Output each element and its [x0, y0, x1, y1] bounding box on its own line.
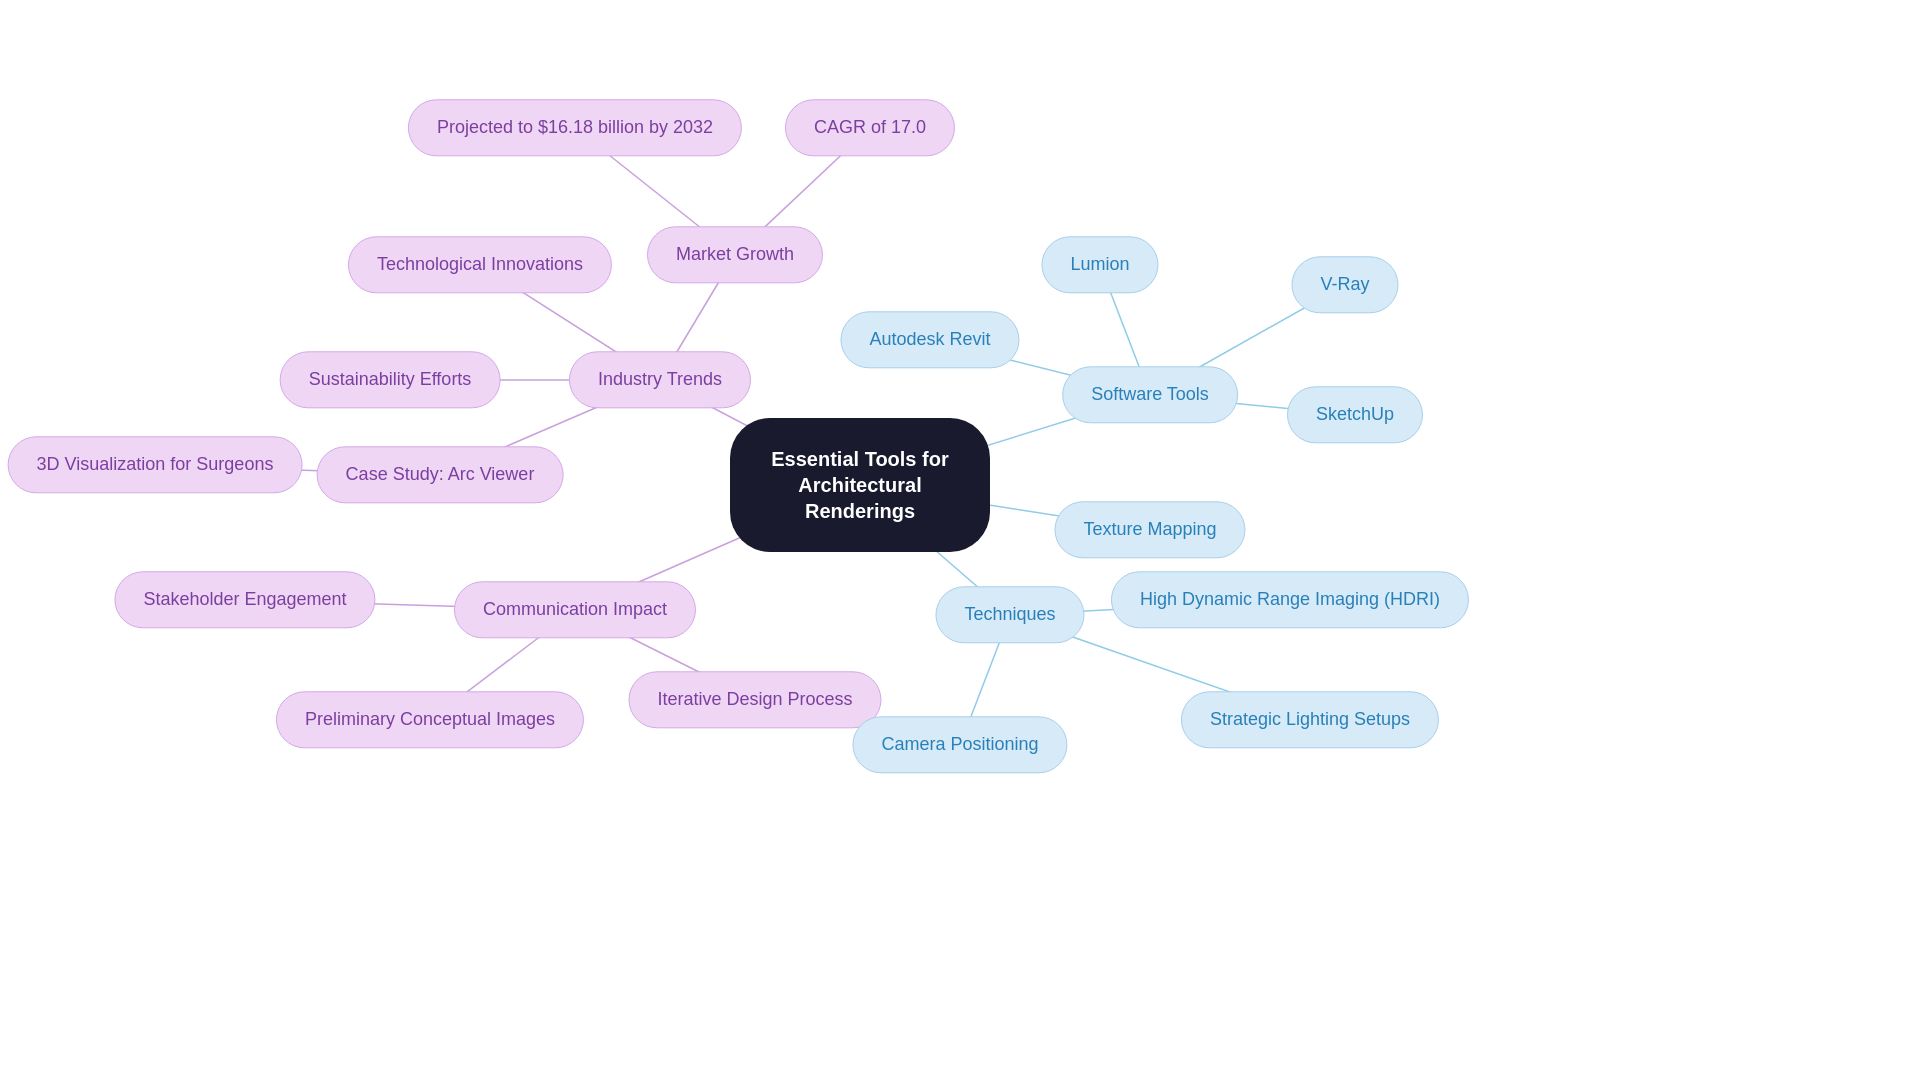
node-center[interactable]: Essential Tools for Architectural Render… — [730, 418, 990, 552]
node-cagr[interactable]: CAGR of 17.0 — [785, 99, 955, 156]
node-strategic_lighting[interactable]: Strategic Lighting Setups — [1181, 691, 1439, 748]
node-texture_mapping[interactable]: Texture Mapping — [1054, 501, 1245, 558]
node-sketchup[interactable]: SketchUp — [1287, 386, 1423, 443]
node-iterative[interactable]: Iterative Design Process — [628, 671, 881, 728]
node-camera_positioning[interactable]: Camera Positioning — [852, 716, 1067, 773]
node-case_study[interactable]: Case Study: Arc Viewer — [317, 446, 564, 503]
node-market_growth[interactable]: Market Growth — [647, 226, 823, 283]
node-hdri[interactable]: High Dynamic Range Imaging (HDRI) — [1111, 571, 1469, 628]
node-preliminary[interactable]: Preliminary Conceptual Images — [276, 691, 584, 748]
node-stakeholder[interactable]: Stakeholder Engagement — [114, 571, 375, 628]
node-tech_innovations[interactable]: Technological Innovations — [348, 236, 612, 293]
node-lumion[interactable]: Lumion — [1041, 236, 1158, 293]
node-techniques[interactable]: Techniques — [935, 586, 1084, 643]
node-viz_surgeons[interactable]: 3D Visualization for Surgeons — [8, 436, 303, 493]
node-industry_trends[interactable]: Industry Trends — [569, 351, 751, 408]
node-sustainability[interactable]: Sustainability Efforts — [280, 351, 501, 408]
node-software_tools[interactable]: Software Tools — [1062, 366, 1238, 423]
node-vray[interactable]: V-Ray — [1291, 256, 1398, 313]
node-projected[interactable]: Projected to $16.18 billion by 2032 — [408, 99, 742, 156]
node-autodesk[interactable]: Autodesk Revit — [840, 311, 1019, 368]
node-communication[interactable]: Communication Impact — [454, 581, 696, 638]
mindmap-canvas: Essential Tools for Architectural Render… — [0, 0, 1920, 1083]
